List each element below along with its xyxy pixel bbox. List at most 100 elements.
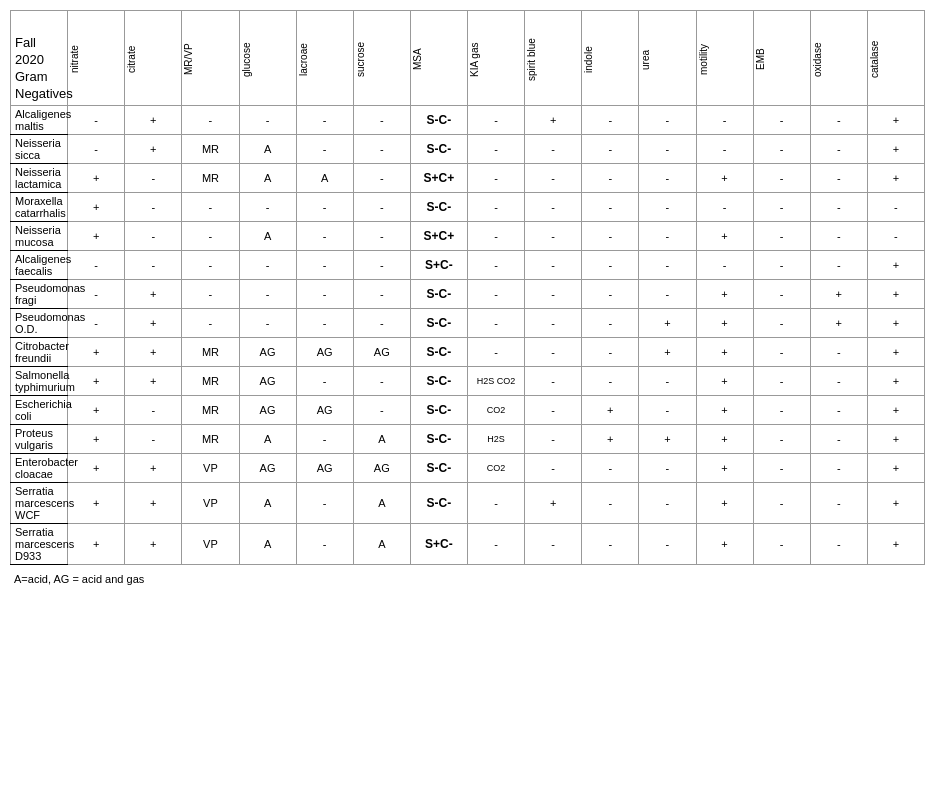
cell-value: - [125, 396, 182, 425]
cell-value: AG [239, 338, 296, 367]
cell-value: A [353, 425, 410, 454]
cell-value: - [353, 135, 410, 164]
cell-value: - [810, 524, 867, 565]
cell-value: - [296, 251, 353, 280]
cell-value: + [68, 483, 125, 524]
cell-value: MR [182, 396, 239, 425]
cell-value: + [696, 280, 753, 309]
cell-value: - [696, 251, 753, 280]
cell-value: - [753, 251, 810, 280]
table-row: Salmonella typhimurium++MRAG--S-C-H2S CO… [11, 367, 925, 396]
cell-value: - [696, 193, 753, 222]
cell-value: - [810, 193, 867, 222]
table-row: Escherichia coli+-MRAGAG-S-C-CO2-+-+--+ [11, 396, 925, 425]
table-row: Alcaligenes faecalis------S+C--------+ [11, 251, 925, 280]
cell-value: AG [239, 396, 296, 425]
cell-value: A [239, 524, 296, 565]
cell-value: + [867, 396, 924, 425]
cell-value: - [468, 309, 525, 338]
cell-value: - [639, 280, 696, 309]
cell-value: - [582, 367, 639, 396]
cell-value: + [582, 425, 639, 454]
cell-value: - [639, 106, 696, 135]
cell-value: - [353, 309, 410, 338]
cell-value: H2S [468, 425, 525, 454]
cell-value: + [68, 524, 125, 565]
cell-value: + [696, 309, 753, 338]
cell-value: - [68, 135, 125, 164]
cell-value: - [296, 524, 353, 565]
cell-value: AG [239, 367, 296, 396]
cell-value: A [353, 524, 410, 565]
cell-value: - [353, 222, 410, 251]
cell-value: + [525, 483, 582, 524]
cell-value: - [753, 524, 810, 565]
cell-value: - [296, 309, 353, 338]
organism-name: Neisseria lactamica [11, 164, 68, 193]
cell-value: S-C- [410, 396, 467, 425]
cell-value: MR [182, 367, 239, 396]
cell-value: A [239, 425, 296, 454]
cell-value: - [639, 251, 696, 280]
table-row: Neisseria sicca-+MRA--S-C--------+ [11, 135, 925, 164]
cell-value: - [525, 280, 582, 309]
cell-value: - [582, 251, 639, 280]
cell-value: + [696, 524, 753, 565]
cell-value: S-C- [410, 193, 467, 222]
cell-value: - [468, 222, 525, 251]
cell-value: - [182, 251, 239, 280]
cell-value: - [639, 367, 696, 396]
cell-value: - [639, 524, 696, 565]
cell-value: - [125, 164, 182, 193]
cell-value: - [239, 106, 296, 135]
col-header-glucose: glucose [239, 11, 296, 106]
cell-value: - [468, 106, 525, 135]
cell-value: - [182, 280, 239, 309]
cell-value: - [468, 164, 525, 193]
cell-value: A [296, 164, 353, 193]
cell-value: - [867, 222, 924, 251]
cell-value: + [867, 483, 924, 524]
cell-value: + [68, 193, 125, 222]
cell-value: S-C- [410, 367, 467, 396]
cell-value: - [582, 222, 639, 251]
cell-value: - [582, 106, 639, 135]
cell-value: - [125, 222, 182, 251]
cell-value: - [810, 164, 867, 193]
cell-value: + [68, 396, 125, 425]
cell-value: CO2 [468, 396, 525, 425]
cell-value: - [582, 338, 639, 367]
cell-value: - [525, 454, 582, 483]
cell-value: - [296, 135, 353, 164]
cell-value: A [239, 135, 296, 164]
cell-value: + [125, 338, 182, 367]
cell-value: + [639, 309, 696, 338]
cell-value: - [296, 193, 353, 222]
cell-value: - [810, 425, 867, 454]
cell-value: - [296, 367, 353, 396]
cell-value: - [810, 367, 867, 396]
cell-value: - [182, 222, 239, 251]
cell-value: MR [182, 338, 239, 367]
table-row: Enterobacter cloacae++VPAGAGAGS-C-CO2---… [11, 454, 925, 483]
cell-value: + [696, 367, 753, 396]
cell-value: - [468, 251, 525, 280]
cell-value: - [753, 483, 810, 524]
cell-value: - [810, 222, 867, 251]
table-row: Serratia marcescens D933++VPA-AS+C-----+… [11, 524, 925, 565]
cell-value: - [639, 135, 696, 164]
cell-value: - [353, 396, 410, 425]
cell-value: + [125, 524, 182, 565]
cell-value: + [68, 367, 125, 396]
cell-value: - [753, 135, 810, 164]
cell-value: - [525, 164, 582, 193]
cell-value: - [810, 338, 867, 367]
cell-value: - [582, 135, 639, 164]
cell-value: - [639, 222, 696, 251]
cell-value: - [867, 193, 924, 222]
cell-value: + [582, 396, 639, 425]
cell-value: + [867, 280, 924, 309]
cell-value: AG [353, 338, 410, 367]
cell-value: VP [182, 454, 239, 483]
cell-value: + [639, 338, 696, 367]
